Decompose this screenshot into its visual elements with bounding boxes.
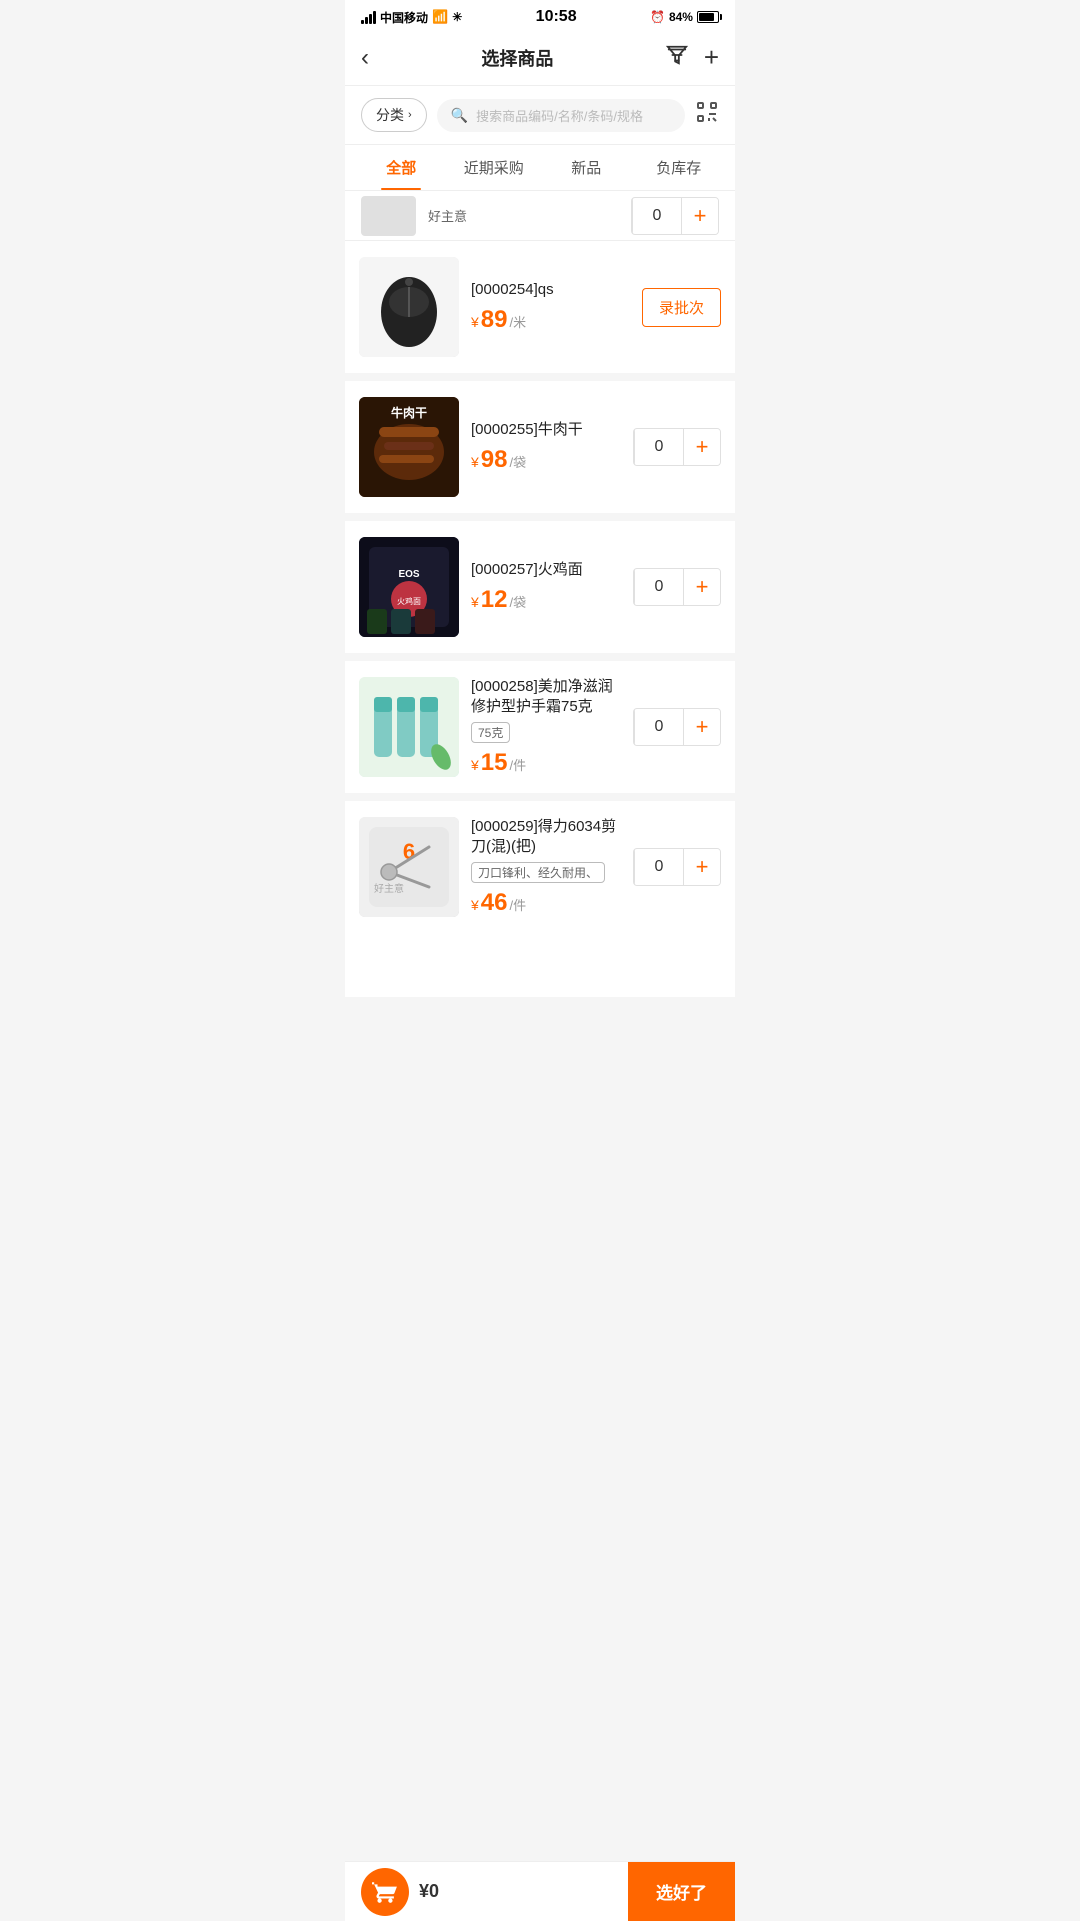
alarm-icon: ⏰ <box>650 10 665 24</box>
search-box[interactable]: 🔍 搜索商品编码/名称/条码/规格 <box>437 99 685 132</box>
product-info-0000259: [0000259]得力6034剪刀(混)(把) 刀口锋利、经久耐用、 ¥ 46 … <box>471 817 621 917</box>
tab-all[interactable]: 全部 <box>355 145 448 190</box>
tab-recent[interactable]: 近期采购 <box>448 145 541 190</box>
partial-row: 好主意 0 + <box>345 191 735 241</box>
list-item: 6 好主意 [0000259]得力6034剪刀(混)(把) 刀口锋利、经久耐用、… <box>345 801 735 997</box>
counter-0000257: 0 + <box>633 568 721 606</box>
list-item: 牛肉干 [0000255]牛肉干 ¥ 98 /袋 0 + <box>345 381 735 513</box>
product-image-0000254 <box>359 257 459 357</box>
tab-negative[interactable]: 负库存 <box>633 145 726 190</box>
list-item: [0000254]qs ¥ 89 /米 录批次 <box>345 241 735 373</box>
add-btn-0000255[interactable]: + <box>684 429 720 465</box>
svg-text:EOS: EOS <box>398 569 419 580</box>
active-icon: ✳ <box>452 10 462 24</box>
category-button[interactable]: 分类 › <box>361 98 427 132</box>
batch-button-0000254[interactable]: 录批次 <box>642 288 721 327</box>
partial-product-image <box>361 196 416 236</box>
cart-section: ¥0 <box>345 1868 628 1916</box>
product-name-0000255: [0000255]牛肉干 <box>471 420 621 440</box>
add-button[interactable]: + <box>704 42 719 73</box>
battery-icon <box>697 11 719 23</box>
qty-0000259: 0 <box>634 849 684 885</box>
svg-text:火鸡面: 火鸡面 <box>397 596 421 606</box>
status-bar: 中国移动 📶 ✳ 10:58 ⏰ 84% <box>345 0 735 30</box>
product-image-0000257: EOS 火鸡面 <box>359 537 459 637</box>
product-price-0000259: ¥ 46 /件 <box>471 889 621 917</box>
price-num: 89 <box>481 306 508 334</box>
product-info-0000254: [0000254]qs ¥ 89 /米 <box>471 280 630 334</box>
product-name-0000258: [0000258]美加净滋润修护型护手霜75克 <box>471 677 621 716</box>
partial-qty: 0 <box>632 198 682 234</box>
qty-0000255: 0 <box>634 429 684 465</box>
product-price-0000257: ¥ 12 /袋 <box>471 586 621 614</box>
header: ‹ 选择商品 + <box>345 30 735 86</box>
product-image-0000258 <box>359 677 459 777</box>
qty-0000258: 0 <box>634 709 684 745</box>
price-unit: /米 <box>510 312 527 331</box>
scan-icon[interactable] <box>695 100 719 130</box>
add-btn-0000259[interactable]: + <box>684 849 720 885</box>
product-info-0000257: [0000257]火鸡面 ¥ 12 /袋 <box>471 560 621 614</box>
category-chevron-icon: › <box>408 109 412 121</box>
svg-text:牛肉干: 牛肉干 <box>391 405 427 420</box>
header-icons: + <box>666 42 719 73</box>
counter-0000255: 0 + <box>633 428 721 466</box>
product-name-0000254: [0000254]qs <box>471 280 630 300</box>
battery-percent: 84% <box>669 10 693 24</box>
cart-icon[interactable] <box>361 1868 409 1916</box>
add-btn-0000258[interactable]: + <box>684 709 720 745</box>
svg-text:好主意: 好主意 <box>374 882 404 895</box>
wifi-icon: 📶 <box>432 9 448 25</box>
product-image-0000259: 6 好主意 <box>359 817 459 917</box>
product-name-0000259: [0000259]得力6034剪刀(混)(把) <box>471 817 621 856</box>
status-left: 中国移动 📶 ✳ <box>361 9 462 26</box>
back-button[interactable]: ‹ <box>361 44 369 72</box>
status-time: 10:58 <box>536 8 577 26</box>
bottom-bar: ¥0 选好了 <box>345 1861 735 1921</box>
product-list: [0000254]qs ¥ 89 /米 录批次 牛肉干 [0000255]牛肉干 <box>345 241 735 997</box>
search-icon: 🔍 <box>451 107 468 124</box>
product-tag-0000259: 刀口锋利、经久耐用、 <box>471 862 605 883</box>
cart-total: ¥0 <box>419 1881 439 1902</box>
status-right: ⏰ 84% <box>650 10 719 24</box>
product-price-0000254: ¥ 89 /米 <box>471 306 630 334</box>
product-image-0000255: 牛肉干 <box>359 397 459 497</box>
product-price-0000258: ¥ 15 /件 <box>471 749 621 777</box>
counter-0000258: 0 + <box>633 708 721 746</box>
qty-0000257: 0 <box>634 569 684 605</box>
partial-add-btn[interactable]: + <box>682 198 718 234</box>
signal-icon <box>361 10 376 24</box>
add-btn-0000257[interactable]: + <box>684 569 720 605</box>
product-tag-0000258: 75克 <box>471 722 510 743</box>
carrier-label: 中国移动 <box>380 9 428 26</box>
category-label: 分类 <box>376 105 404 125</box>
tab-new[interactable]: 新品 <box>540 145 633 190</box>
list-item: [0000258]美加净滋润修护型护手霜75克 75克 ¥ 15 /件 0 + <box>345 661 735 793</box>
list-item: EOS 火鸡面 [0000257]火鸡面 ¥ 12 /袋 0 + <box>345 521 735 653</box>
tabs: 全部 近期采购 新品 负库存 <box>345 145 735 191</box>
page-title: 选择商品 <box>481 45 553 71</box>
filter-icon[interactable] <box>666 44 688 72</box>
counter-0000259: 0 + <box>633 848 721 886</box>
confirm-button[interactable]: 选好了 <box>628 1862 735 1921</box>
product-info-0000258: [0000258]美加净滋润修护型护手霜75克 75克 ¥ 15 /件 <box>471 677 621 777</box>
search-placeholder: 搜索商品编码/名称/条码/规格 <box>476 106 643 125</box>
product-name-0000257: [0000257]火鸡面 <box>471 560 621 580</box>
filter-bar: 分类 › 🔍 搜索商品编码/名称/条码/规格 <box>345 86 735 145</box>
product-price-0000255: ¥ 98 /袋 <box>471 446 621 474</box>
partial-product-info: 好主意 <box>428 206 467 226</box>
product-info-0000255: [0000255]牛肉干 ¥ 98 /袋 <box>471 420 621 474</box>
partial-counter: 0 + <box>631 197 719 235</box>
